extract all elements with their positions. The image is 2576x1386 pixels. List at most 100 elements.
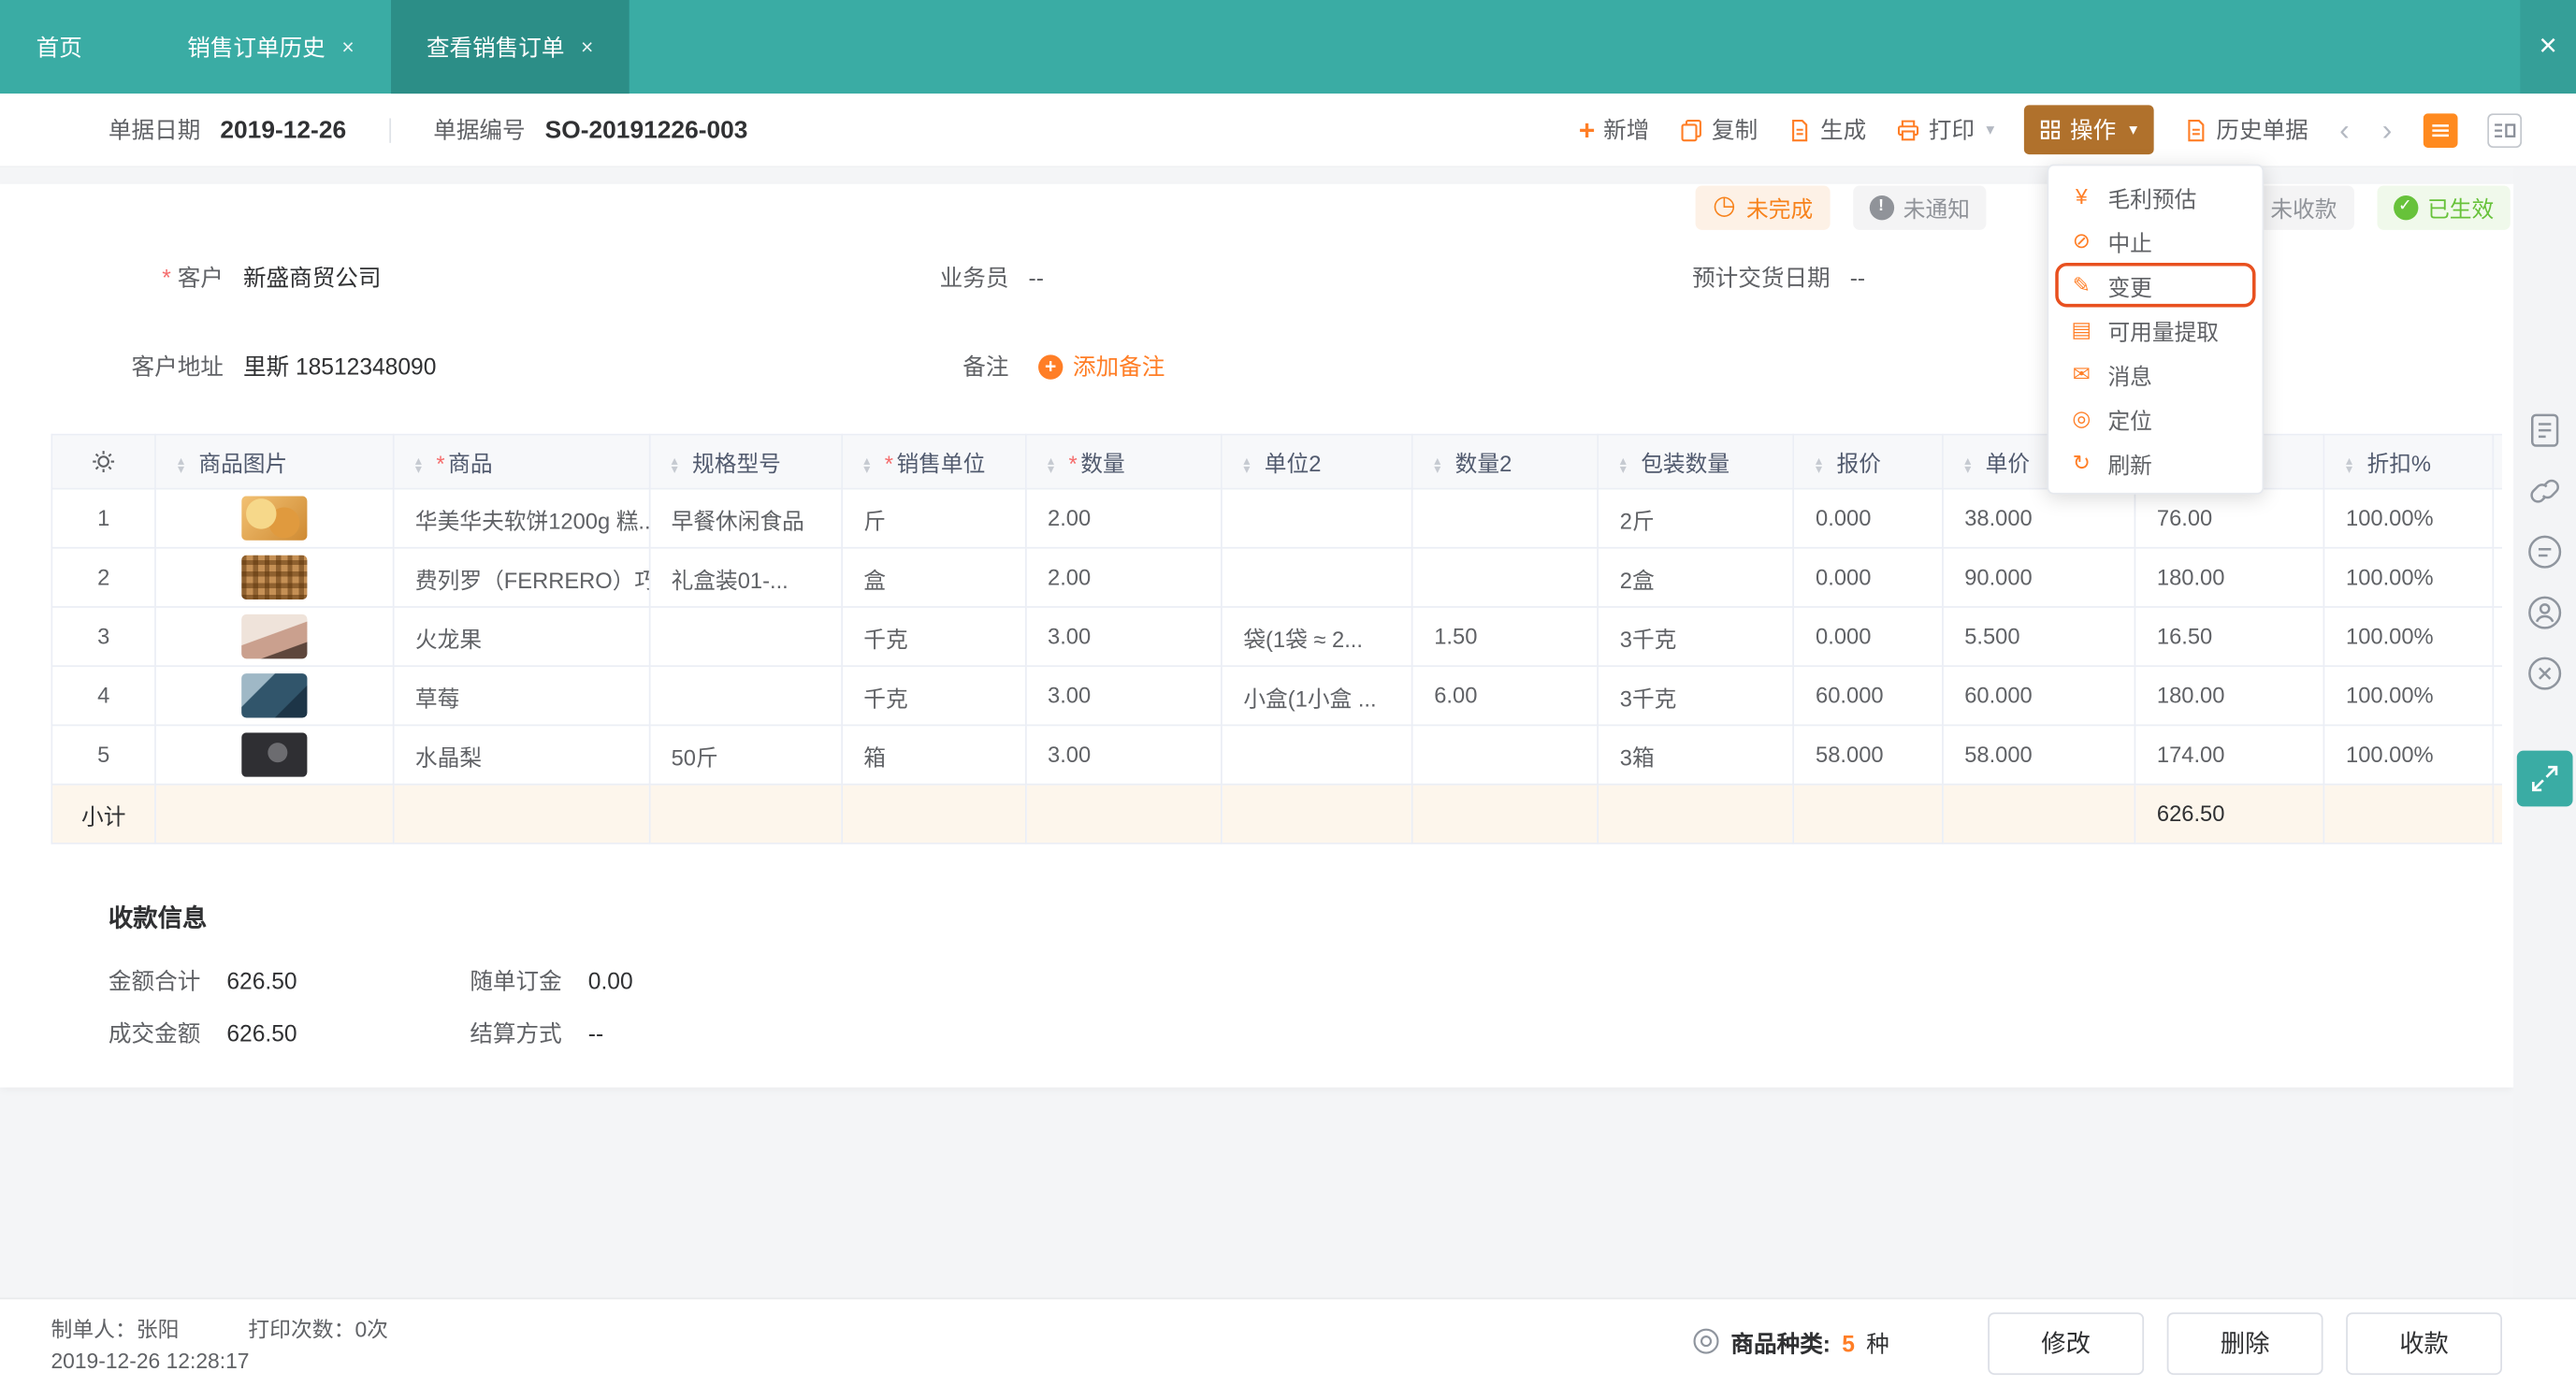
column-header[interactable]: 报价 bbox=[1792, 433, 1944, 490]
history-label: 历史单据 bbox=[2216, 116, 2308, 143]
column-header-label: 规格型号 bbox=[692, 452, 781, 477]
close-circle-icon[interactable] bbox=[2525, 654, 2565, 693]
sort-icon[interactable] bbox=[1434, 457, 1440, 474]
sort-icon[interactable] bbox=[415, 457, 422, 474]
print-button[interactable]: 打印 bbox=[1896, 113, 1994, 146]
tab-close-icon[interactable] bbox=[581, 36, 593, 58]
column-header[interactable]: 赠 bbox=[2492, 433, 2502, 490]
sort-icon[interactable] bbox=[2346, 457, 2352, 474]
cell-spec: 礼盒装01-... bbox=[648, 546, 843, 608]
cell-discount: 100.00% bbox=[2323, 487, 2494, 549]
sort-icon[interactable] bbox=[1964, 457, 1971, 474]
link-icon[interactable] bbox=[2525, 471, 2565, 511]
column-header[interactable]: 销售单位 bbox=[840, 433, 1027, 490]
sort-icon[interactable] bbox=[1048, 457, 1054, 474]
table-row: 3 火龙果 千克 3.00 袋(1袋 ≈ 2... 1.50 3千克 0.000… bbox=[51, 606, 2502, 668]
column-header-label: 单位2 bbox=[1264, 452, 1322, 477]
cell-spec: 50斤 bbox=[648, 724, 843, 786]
cell-quote: 0.000 bbox=[1792, 606, 1944, 668]
column-header-label: 单价 bbox=[1985, 452, 2031, 477]
menu-item[interactable]: 毛利预估 bbox=[2048, 174, 2262, 218]
cell-discount: 100.00% bbox=[2323, 546, 2494, 608]
print-label: 打印 bbox=[1928, 116, 1975, 143]
column-header[interactable]: 商品图片 bbox=[154, 433, 395, 490]
cell-amount: 16.50 bbox=[2134, 606, 2325, 668]
menu-item[interactable]: 消息 bbox=[2048, 352, 2262, 396]
creator-label: 制单人： bbox=[51, 1317, 137, 1342]
generate-button[interactable]: 生成 bbox=[1787, 113, 1866, 146]
document-audit-info: 制单人： 张阳 打印次数： 0次 2019-12-26 12:28:17 bbox=[51, 1312, 388, 1374]
column-header[interactable]: 规格型号 bbox=[648, 433, 843, 490]
note-icon[interactable] bbox=[2525, 411, 2565, 450]
column-header[interactable]: 商品 bbox=[392, 433, 650, 490]
cell-row-number: 5 bbox=[51, 724, 157, 786]
detail-view-toggle[interactable] bbox=[2487, 112, 2523, 148]
menu-item[interactable]: 可用量提取 bbox=[2048, 307, 2262, 351]
sort-icon[interactable] bbox=[672, 457, 678, 474]
items-table: 商品图片 商品 规格型号 bbox=[51, 433, 2502, 845]
sort-icon[interactable] bbox=[1816, 457, 1822, 474]
cell-product: 草莓 bbox=[392, 665, 650, 727]
footer-action-button[interactable]: 修改 bbox=[1988, 1311, 2145, 1375]
cell-qty: 3.00 bbox=[1024, 606, 1223, 668]
menu-item[interactable]: 定位 bbox=[2048, 396, 2262, 440]
user-circle-icon[interactable] bbox=[2525, 593, 2565, 632]
creator-value: 张阳 bbox=[136, 1317, 180, 1342]
cell-gift bbox=[2492, 665, 2502, 727]
tab-label: 销售订单历史 bbox=[187, 34, 326, 61]
menu-item-label: 变更 bbox=[2107, 275, 2152, 300]
expand-icon[interactable] bbox=[2516, 750, 2573, 807]
operate-button[interactable]: 操作 bbox=[2023, 105, 2154, 155]
column-header[interactable]: 数量2 bbox=[1411, 433, 1599, 490]
cell-product: 水晶梨 bbox=[392, 724, 650, 786]
list-circle-icon[interactable] bbox=[2525, 532, 2565, 571]
print-count-label: 打印次数： bbox=[248, 1317, 355, 1342]
cell-quote: 0.000 bbox=[1792, 546, 1944, 608]
cell-row-number: 3 bbox=[51, 606, 157, 668]
footer-action-button[interactable]: 收款 bbox=[2346, 1311, 2502, 1375]
nav-tab[interactable]: 查看销售订单 bbox=[390, 0, 630, 94]
column-header[interactable]: 包装数量 bbox=[1597, 433, 1795, 490]
cell-gift bbox=[2492, 606, 2502, 668]
table-row: 5 水晶梨 50斤 箱 3.00 3箱 58.000 58.000 174.00 bbox=[51, 724, 2502, 786]
cell-spec bbox=[648, 665, 843, 727]
nav-tab[interactable]: 销售订单历史 bbox=[152, 0, 391, 94]
document-header: 单据日期 2019-12-26 单据编号 SO-20191226-003 新增 … bbox=[0, 94, 2576, 168]
operate-label: 操作 bbox=[2070, 116, 2117, 143]
total-amount-label: 金额合计 bbox=[108, 967, 201, 994]
sort-icon[interactable] bbox=[178, 457, 184, 474]
nav-tab[interactable]: 首页 bbox=[0, 0, 118, 94]
history-button[interactable]: 历史单据 bbox=[2183, 113, 2308, 146]
column-header[interactable]: 单位2 bbox=[1220, 433, 1413, 490]
menu-item[interactable]: 变更 bbox=[2055, 263, 2256, 308]
cell-unit-price: 60.000 bbox=[1941, 665, 2136, 727]
sort-icon[interactable] bbox=[1620, 457, 1627, 474]
cell-product-image bbox=[154, 487, 395, 549]
cell-unit: 箱 bbox=[840, 724, 1027, 786]
badge-icon bbox=[2393, 195, 2418, 220]
sort-icon[interactable] bbox=[1243, 457, 1250, 474]
menu-item[interactable]: 刷新 bbox=[2048, 440, 2262, 484]
cell-amount: 180.00 bbox=[2134, 665, 2325, 727]
add-remark-button[interactable]: 添加备注 bbox=[1029, 348, 1175, 384]
topbar-close-button[interactable] bbox=[2520, 0, 2576, 94]
column-header[interactable]: 数量 bbox=[1024, 433, 1223, 490]
list-view-toggle[interactable] bbox=[2423, 112, 2458, 148]
deposit-value: 0.00 bbox=[587, 967, 633, 994]
tab-close-icon[interactable] bbox=[341, 36, 354, 58]
sort-icon[interactable] bbox=[863, 457, 870, 474]
column-header[interactable]: 折扣% bbox=[2323, 433, 2494, 490]
menu-item[interactable]: 中止 bbox=[2048, 219, 2262, 263]
copy-button[interactable]: 复制 bbox=[1679, 113, 1758, 146]
next-doc-icon[interactable] bbox=[2381, 115, 2394, 145]
add-button[interactable]: 新增 bbox=[1579, 113, 1649, 146]
cell-unit: 千克 bbox=[840, 665, 1027, 727]
product-image bbox=[241, 614, 308, 659]
menu-item-icon bbox=[2068, 227, 2094, 253]
created-timestamp: 2019-12-26 12:28:17 bbox=[51, 1349, 250, 1374]
table-row: 1 华美华夫软饼1200g 糕... 早餐休闲食品 斤 2.00 2斤 0.00… bbox=[51, 487, 2502, 549]
footer-action-button[interactable]: 删除 bbox=[2166, 1311, 2323, 1375]
footer-bar: 制单人： 张阳 打印次数： 0次 2019-12-26 12:28:17 商品种… bbox=[0, 1297, 2576, 1386]
prev-doc-icon[interactable] bbox=[2337, 115, 2351, 145]
column-settings-gear-icon[interactable] bbox=[51, 433, 157, 490]
